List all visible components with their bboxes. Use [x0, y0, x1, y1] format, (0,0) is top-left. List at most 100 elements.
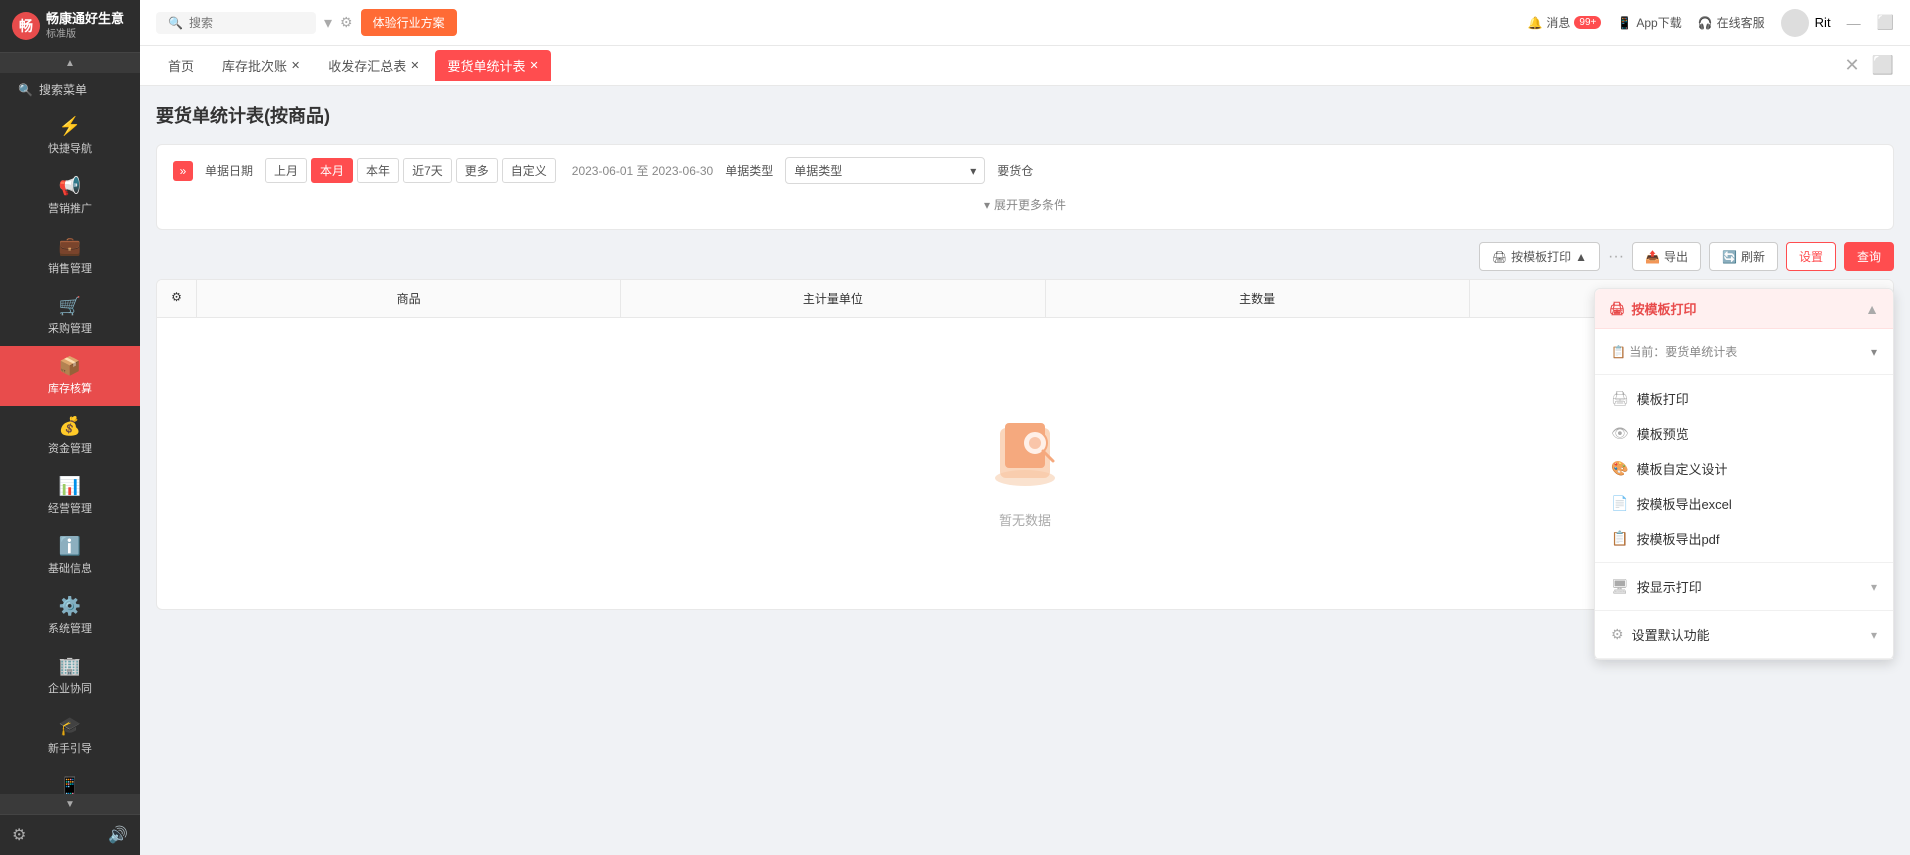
set-default-arrow: ▾ [1871, 628, 1877, 642]
tab-expand-icon[interactable]: ⬜ [1872, 55, 1894, 76]
user-profile[interactable]: Rit [1781, 9, 1831, 37]
th-settings[interactable]: ⚙ [157, 280, 197, 317]
template-pdf-label: 按模板导出pdf [1636, 529, 1719, 548]
app-download-btn[interactable]: 📱 App下载 [1617, 14, 1681, 31]
tab-order-stats[interactable]: 要货单统计表 ✕ [435, 50, 550, 81]
dropdown-template-preview[interactable]: 👁 模板预览 [1595, 416, 1893, 451]
topbar-search-box[interactable]: 🔍 [156, 12, 316, 34]
finance-label: 资金管理 [48, 440, 92, 456]
tab-inventory-batch[interactable]: 库存批次账 ✕ [210, 50, 312, 81]
settings-btn[interactable]: 设置 [1786, 242, 1836, 271]
dropdown-template-excel[interactable]: 📄 按模板导出excel [1595, 486, 1893, 521]
window-minimize-btn[interactable]: — [1847, 15, 1861, 31]
app-name-block: 畅康通好生意 标准版 [46, 10, 124, 42]
template-print-icon: 🖨 [1611, 390, 1629, 407]
sidebar-item-system[interactable]: ⚙️ 系统管理 [0, 586, 140, 646]
app-edition: 标准版 [46, 28, 124, 42]
filter-expand-toggle[interactable]: » [173, 161, 193, 181]
sidebar-bottom: ⚙ 🔊 [0, 814, 140, 855]
empty-illustration [975, 398, 1075, 498]
sidebar-item-inventory[interactable]: 📦 库存核算 [0, 346, 140, 406]
tab-receipt-summary[interactable]: 收发存汇总表 ✕ [316, 50, 431, 81]
export-btn[interactable]: 📤 导出 [1632, 242, 1701, 271]
date-btn-current-month[interactable]: 本月 [311, 158, 353, 183]
print-btn[interactable]: 🖨 按模板打印 ▲ [1479, 242, 1600, 271]
sidebar-scroll-up[interactable]: ▲ [0, 53, 140, 73]
dropdown-display-section: 🖥 按显示打印 ▾ [1595, 563, 1893, 611]
date-btn-more[interactable]: 更多 [456, 158, 498, 183]
system-label: 系统管理 [48, 620, 92, 636]
sidebar-scroll-down[interactable]: ▼ [0, 794, 140, 814]
headset-icon: 🎧 [1698, 16, 1713, 30]
tab-close-all-icon[interactable]: ✕ [1844, 55, 1859, 76]
print-dropdown: 🖨 按模板打印 ▲ 📋 当前：要货单统计表 ▾ [1594, 288, 1894, 660]
sidebar-item-purchase[interactable]: 🛒 采购管理 [0, 286, 140, 346]
sidebar-item-marketing[interactable]: 📢 营销推广 [0, 166, 140, 226]
date-btn-custom[interactable]: 自定义 [502, 158, 556, 183]
filter-row: » 单据日期 上月 本月 本年 近7天 更多 自定义 2023-06-01 至 … [173, 157, 1877, 184]
dropdown-printer-icon: 🖨 [1609, 301, 1626, 317]
sidebar-item-guide[interactable]: 🎓 新手引导 [0, 706, 140, 766]
settings-label: 设置 [1799, 248, 1823, 265]
doc-type-select[interactable]: 单据类型 ▾ [785, 157, 985, 184]
page-title: 要货单统计表(按商品) [156, 102, 1894, 128]
date-btn-current-year[interactable]: 本年 [357, 158, 399, 183]
date-btn-last-7[interactable]: 近7天 [403, 158, 452, 183]
topbar-settings-icon[interactable]: ⚙ [340, 14, 353, 31]
dropdown-template-print[interactable]: 🖨 模板打印 [1595, 381, 1893, 416]
filter-expand-icon: » [180, 164, 187, 178]
dropdown-template-custom[interactable]: 🎨 模板自定义设计 [1595, 451, 1893, 486]
expand-conditions-btn[interactable]: ▾ 展开更多条件 [976, 192, 1074, 217]
sidebar-search[interactable]: 🔍 搜索菜单 [0, 73, 140, 106]
filter-bar: » 单据日期 上月 本月 本年 近7天 更多 自定义 2023-06-01 至 … [156, 144, 1894, 230]
online-service-btn[interactable]: 🎧 在线客服 [1698, 14, 1765, 31]
date-btn-last-month[interactable]: 上月 [265, 158, 307, 183]
dropdown-title: 🖨 按模板打印 [1609, 299, 1697, 318]
sidebar-item-enterprise[interactable]: 🏢 企业协同 [0, 646, 140, 706]
sidebar-logo: 畅 畅康通好生意 标准版 [0, 0, 140, 53]
user-avatar [1781, 9, 1809, 37]
topbar-dropdown-icon[interactable]: ▾ [324, 13, 332, 33]
print-btn-label: 按模板打印 [1511, 248, 1571, 265]
tab-home[interactable]: 首页 [156, 50, 206, 81]
date-range-display: 2023-06-01 至 2023-06-30 [572, 162, 713, 179]
settings-bottom-icon[interactable]: ⚙ [12, 825, 26, 845]
sidebar-item-sales[interactable]: 💼 销售管理 [0, 226, 140, 286]
refresh-btn[interactable]: 🔄 刷新 [1709, 242, 1778, 271]
dropdown-close-btn[interactable]: ▲ [1865, 301, 1879, 317]
print-dropdown-icon: ▲ [1575, 250, 1587, 264]
window-maximize-btn[interactable]: ⬜ [1877, 14, 1894, 31]
quick-nav-icon: ⚡ [59, 116, 81, 137]
sidebar-item-finance[interactable]: 💰 资金管理 [0, 406, 140, 466]
enterprise-icon: 🏢 [59, 656, 81, 677]
topbar-search-input[interactable] [189, 16, 309, 30]
toolbar-ellipsis[interactable]: ··· [1608, 248, 1624, 266]
template-preview-icon: 👁 [1611, 425, 1629, 442]
sidebar-item-quick-nav[interactable]: ⚡ 快捷导航 [0, 106, 140, 166]
dropdown-template-pdf[interactable]: 📋 按模板导出pdf [1595, 521, 1893, 556]
sidebar-item-app-center[interactable]: 📱 应用中心 [0, 766, 140, 794]
tab-order-stats-label: 要货单统计表 [447, 56, 525, 75]
notification-btn[interactable]: 🔔 消息 99+ [1527, 14, 1601, 31]
tab-inventory-batch-close[interactable]: ✕ [291, 59, 300, 72]
dropdown-current-item[interactable]: 📋 当前：要货单统计表 ▾ [1595, 335, 1893, 368]
tab-receipt-summary-close[interactable]: ✕ [410, 59, 419, 72]
toolbar-right: 🖨 按模板打印 ▲ ··· 📤 导出 🔄 刷新 设置 查询 [1479, 242, 1894, 271]
sidebar-item-basic-info[interactable]: ℹ️ 基础信息 [0, 526, 140, 586]
tab-order-stats-close[interactable]: ✕ [530, 59, 539, 72]
sound-icon[interactable]: 🔊 [108, 825, 128, 845]
dropdown-display-print[interactable]: 🖥 按显示打印 ▾ [1595, 569, 1893, 604]
trial-btn[interactable]: 体验行业方案 [361, 9, 457, 36]
doc-type-dropdown-icon: ▾ [970, 164, 976, 178]
template-pdf-icon: 📋 [1611, 530, 1628, 547]
basic-info-icon: ℹ️ [59, 536, 81, 557]
set-default-icon: ⚙ [1611, 626, 1624, 643]
query-btn[interactable]: 查询 [1844, 242, 1894, 271]
dropdown-set-default[interactable]: ⚙ 设置默认功能 ▾ [1595, 617, 1893, 652]
column-settings-icon: ⚙ [171, 290, 182, 304]
purchase-icon: 🛒 [59, 296, 81, 317]
dropdown-default-section: ⚙ 设置默认功能 ▾ [1595, 611, 1893, 659]
refresh-icon: 🔄 [1722, 250, 1737, 264]
sidebar-item-operations[interactable]: 📊 经营管理 [0, 466, 140, 526]
tab-home-label: 首页 [168, 56, 194, 75]
